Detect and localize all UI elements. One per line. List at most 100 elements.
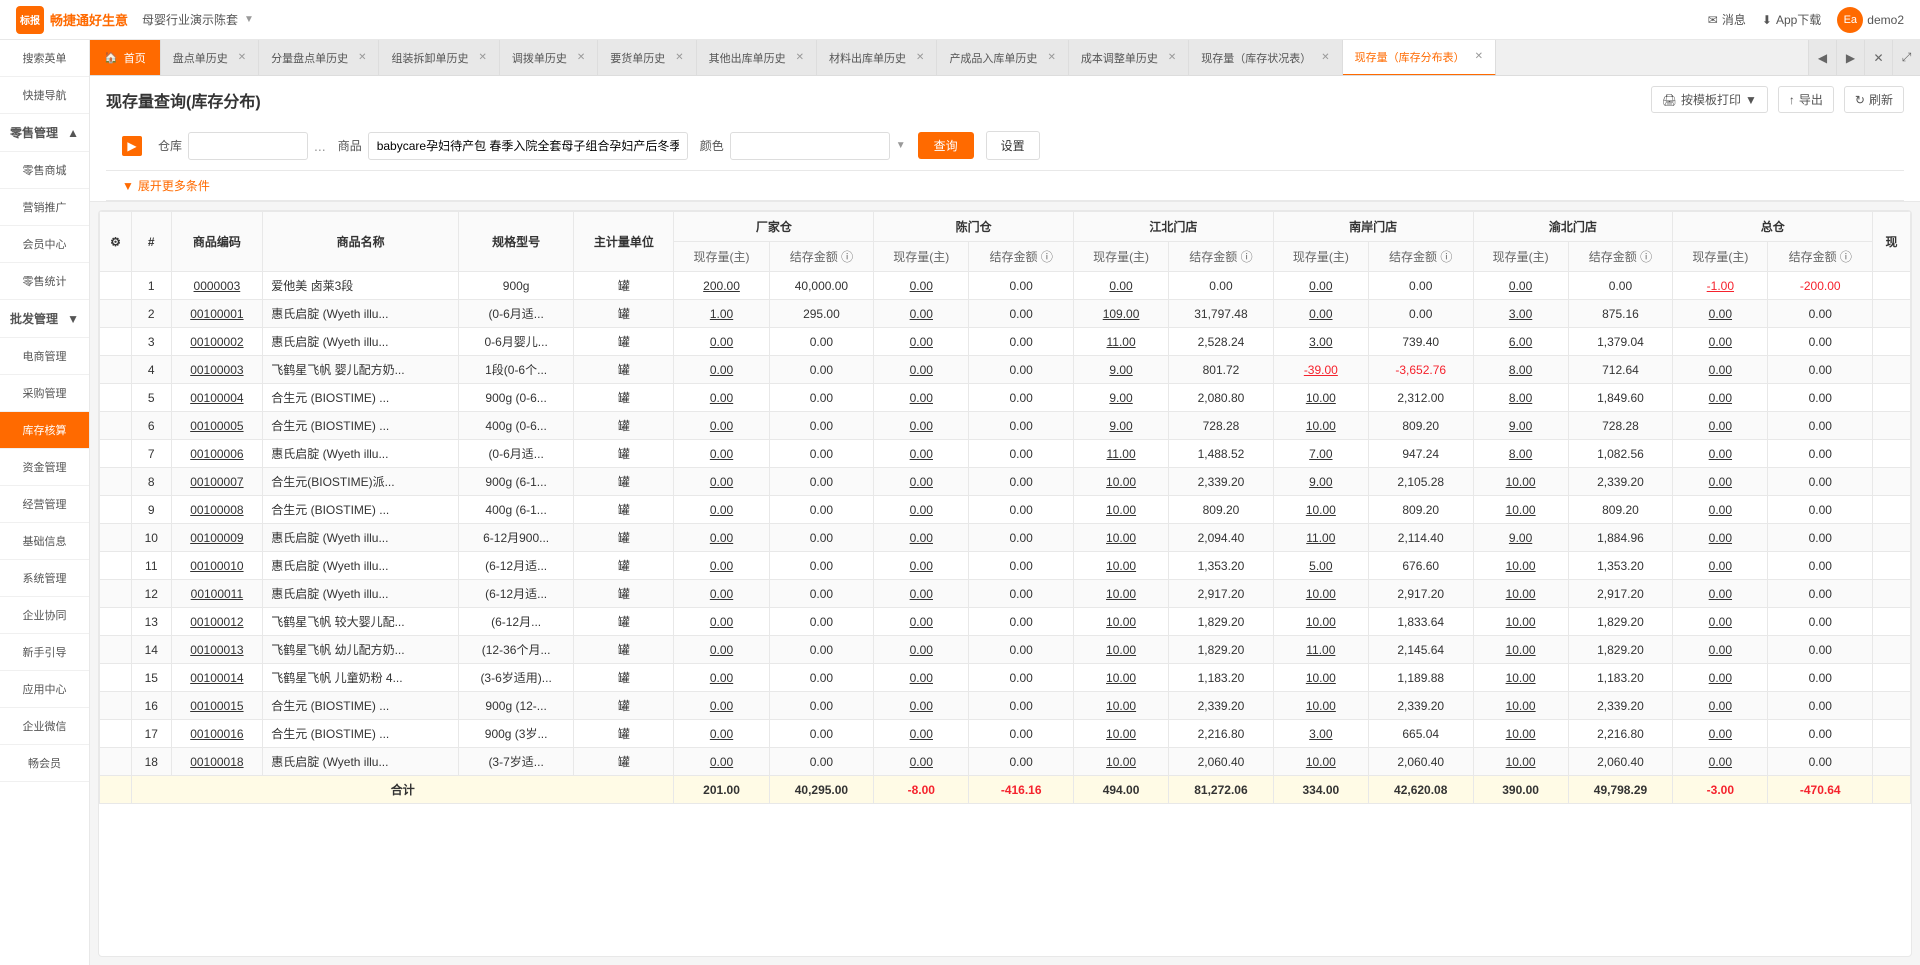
close-icon[interactable]: ✕: [796, 52, 804, 63]
cell-code[interactable]: 00100014: [171, 664, 263, 692]
close-icon[interactable]: ✕: [1047, 52, 1055, 63]
cell-jiangbei-stock[interactable]: 0.00: [1074, 272, 1169, 300]
cell-code[interactable]: 00100015: [171, 692, 263, 720]
sidebar-item-wholesale-mgmt[interactable]: 批发管理 ▼: [0, 300, 89, 338]
tab-more-btn[interactable]: ✕: [1864, 40, 1892, 76]
color-input[interactable]: [730, 132, 890, 160]
cell-factory-stock[interactable]: 0.00: [674, 692, 769, 720]
cell-total-stock[interactable]: 0.00: [1673, 356, 1768, 384]
cell-code[interactable]: 00100001: [171, 300, 263, 328]
close-icon[interactable]: ✕: [478, 52, 486, 63]
cell-factory-stock[interactable]: 0.00: [674, 524, 769, 552]
cell-yubeimen-stock[interactable]: 10.00: [1473, 692, 1568, 720]
warehouse-dots[interactable]: ...: [314, 138, 326, 154]
cell-jiangbei-stock[interactable]: 9.00: [1074, 412, 1169, 440]
cell-factory-stock[interactable]: 0.00: [674, 496, 769, 524]
close-icon[interactable]: ✕: [1168, 52, 1176, 63]
cell-nanan-stock[interactable]: 10.00: [1273, 748, 1368, 776]
cell-yubeimen-stock[interactable]: 10.00: [1473, 468, 1568, 496]
cell-chenmen-stock[interactable]: 0.00: [874, 300, 969, 328]
gear-col-header[interactable]: ⚙: [100, 212, 132, 272]
cell-total-stock[interactable]: 0.00: [1673, 496, 1768, 524]
cell-chenmen-stock[interactable]: 0.00: [874, 524, 969, 552]
cell-total-stock[interactable]: 0.00: [1673, 720, 1768, 748]
cell-total-stock[interactable]: 0.00: [1673, 608, 1768, 636]
cell-chenmen-stock[interactable]: 0.00: [874, 580, 969, 608]
cell-total-stock[interactable]: 0.00: [1673, 552, 1768, 580]
tab-product-inbound[interactable]: 产成品入库单历史 ✕: [937, 40, 1068, 76]
user-avatar-btn[interactable]: Ea demo2: [1837, 7, 1904, 33]
cell-yubeimen-stock[interactable]: 10.00: [1473, 748, 1568, 776]
cell-chenmen-stock[interactable]: 0.00: [874, 608, 969, 636]
cell-code[interactable]: 00100012: [171, 608, 263, 636]
cell-code[interactable]: 00100011: [171, 580, 263, 608]
app-logo[interactable]: 标报 畅捷通好生意 母婴行业演示陈套 ▼: [16, 6, 254, 34]
cell-total-stock[interactable]: 0.00: [1673, 524, 1768, 552]
cell-jiangbei-stock[interactable]: 10.00: [1074, 636, 1169, 664]
sidebar-item-enterprise[interactable]: 企业协同: [0, 597, 89, 634]
cell-chenmen-stock[interactable]: 0.00: [874, 720, 969, 748]
tab-stock-status[interactable]: 现存量（库存状况表） ✕: [1189, 40, 1342, 76]
cell-nanan-stock[interactable]: 11.00: [1273, 524, 1368, 552]
cell-code[interactable]: 00100007: [171, 468, 263, 496]
cell-total-stock[interactable]: 0.00: [1673, 580, 1768, 608]
cell-code[interactable]: 00100004: [171, 384, 263, 412]
sidebar-item-member2[interactable]: 畅会员: [0, 745, 89, 782]
cell-yubeimen-stock[interactable]: 10.00: [1473, 664, 1568, 692]
cell-chenmen-stock[interactable]: 0.00: [874, 636, 969, 664]
cell-chenmen-stock[interactable]: 0.00: [874, 468, 969, 496]
cell-nanan-stock[interactable]: 0.00: [1273, 300, 1368, 328]
cell-yubeimen-stock[interactable]: 0.00: [1473, 272, 1568, 300]
cell-factory-stock[interactable]: 0.00: [674, 552, 769, 580]
sidebar-item-retail-stats[interactable]: 零售统计: [0, 263, 89, 300]
cell-chenmen-stock[interactable]: 0.00: [874, 328, 969, 356]
cell-code[interactable]: 00100010: [171, 552, 263, 580]
cell-total-stock[interactable]: 0.00: [1673, 440, 1768, 468]
tab-requisition[interactable]: 要货单历史 ✕: [598, 40, 696, 76]
sidebar-item-inventory[interactable]: 库存核算: [0, 412, 89, 449]
tab-material-outbound[interactable]: 材料出库单历史 ✕: [817, 40, 937, 76]
sidebar-item-wechat[interactable]: 企业微信: [0, 708, 89, 745]
cell-jiangbei-stock[interactable]: 10.00: [1074, 720, 1169, 748]
cell-jiangbei-stock[interactable]: 9.00: [1074, 356, 1169, 384]
cell-jiangbei-stock[interactable]: 109.00: [1074, 300, 1169, 328]
tab-cost-adjust[interactable]: 成本调整单历史 ✕: [1069, 40, 1189, 76]
message-btn[interactable]: ✉ 消息: [1708, 11, 1746, 28]
cell-code[interactable]: 00100003: [171, 356, 263, 384]
cell-nanan-stock[interactable]: 10.00: [1273, 496, 1368, 524]
close-icon[interactable]: ✕: [358, 52, 366, 63]
cell-jiangbei-stock[interactable]: 10.00: [1074, 552, 1169, 580]
cell-total-stock[interactable]: 0.00: [1673, 468, 1768, 496]
tab-stock-count[interactable]: 盘点单历史 ✕: [161, 40, 259, 76]
print-btn[interactable]: 🖨 按模板打印 ▼: [1651, 86, 1768, 113]
cell-code[interactable]: 00100005: [171, 412, 263, 440]
cell-code[interactable]: 00100013: [171, 636, 263, 664]
cell-jiangbei-stock[interactable]: 10.00: [1074, 524, 1169, 552]
cell-nanan-stock[interactable]: 3.00: [1273, 720, 1368, 748]
cell-yubeimen-stock[interactable]: 6.00: [1473, 328, 1568, 356]
sidebar-item-system[interactable]: 系统管理: [0, 560, 89, 597]
cell-chenmen-stock[interactable]: 0.00: [874, 356, 969, 384]
sidebar-item-member[interactable]: 会员中心: [0, 226, 89, 263]
cell-jiangbei-stock[interactable]: 11.00: [1074, 440, 1169, 468]
tab-other-outbound[interactable]: 其他出库单历史 ✕: [697, 40, 817, 76]
close-icon[interactable]: ✕: [675, 52, 683, 63]
color-dropdown-icon[interactable]: ▼: [896, 140, 906, 151]
close-icon[interactable]: ✕: [1475, 51, 1483, 62]
cell-total-stock[interactable]: -1.00: [1673, 272, 1768, 300]
cell-jiangbei-stock[interactable]: 9.00: [1074, 384, 1169, 412]
cell-yubeimen-stock[interactable]: 9.00: [1473, 524, 1568, 552]
cell-code[interactable]: 00100002: [171, 328, 263, 356]
cell-code[interactable]: 00100006: [171, 440, 263, 468]
cell-nanan-stock[interactable]: 0.00: [1273, 272, 1368, 300]
cell-chenmen-stock[interactable]: 0.00: [874, 552, 969, 580]
app-download-btn[interactable]: ⬇ App下载: [1762, 11, 1821, 28]
cell-total-stock[interactable]: 0.00: [1673, 328, 1768, 356]
cell-nanan-stock[interactable]: 10.00: [1273, 608, 1368, 636]
export-btn[interactable]: ↑ 导出: [1778, 86, 1834, 113]
sidebar-item-apps[interactable]: 应用中心: [0, 671, 89, 708]
cell-yubeimen-stock[interactable]: 8.00: [1473, 440, 1568, 468]
cell-jiangbei-stock[interactable]: 11.00: [1074, 328, 1169, 356]
cell-yubeimen-stock[interactable]: 9.00: [1473, 412, 1568, 440]
cell-jiangbei-stock[interactable]: 10.00: [1074, 608, 1169, 636]
